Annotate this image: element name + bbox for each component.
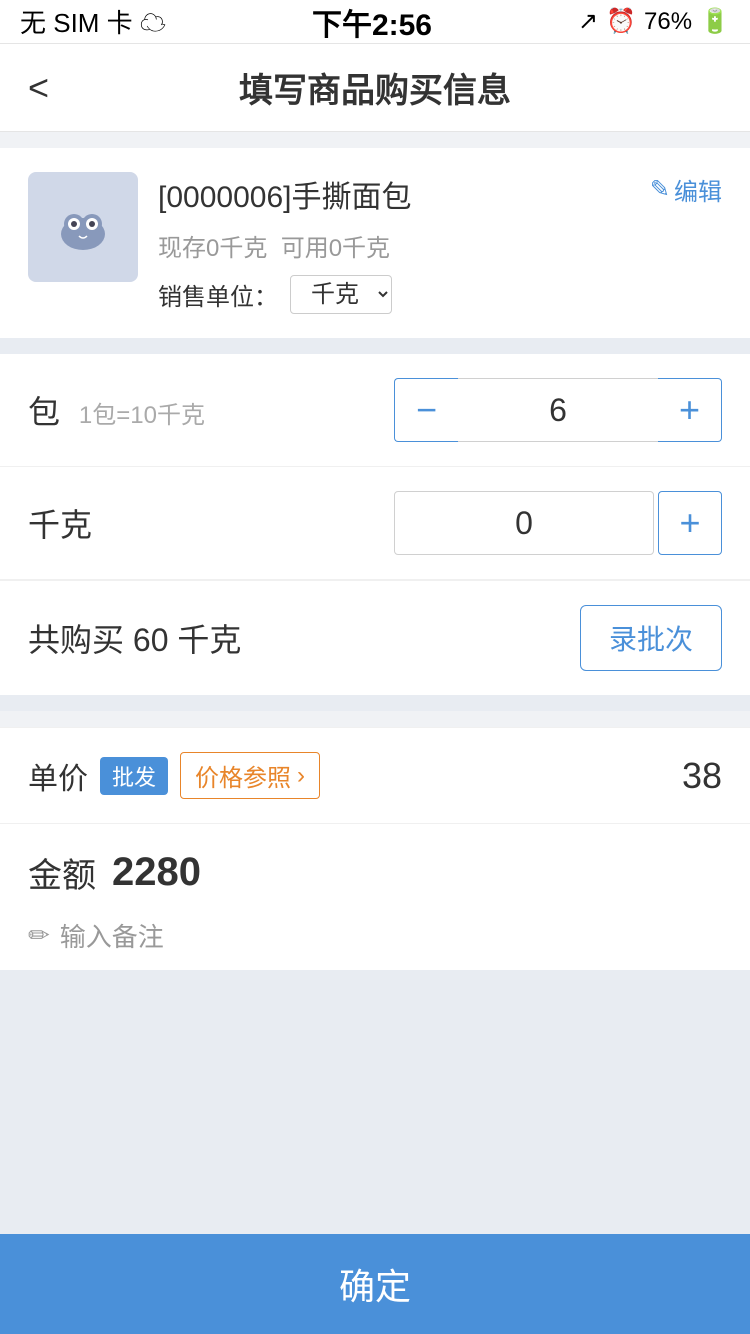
status-time: 下午2:56: [312, 0, 432, 44]
quantity-increase-kg[interactable]: +: [658, 491, 722, 555]
chevron-right-icon: ›: [297, 762, 305, 790]
quantity-row-bao: 包 1包=10千克 − +: [0, 354, 750, 467]
product-name: [0000006]手撕面包: [158, 172, 411, 216]
remark-label: 输入备注: [60, 917, 164, 954]
total-row: 共购买 60 千克 录批次: [0, 580, 750, 695]
price-label: 单价: [28, 754, 88, 798]
edit-button[interactable]: ✎ 编辑: [650, 172, 722, 207]
status-bar: 无 SIM 卡 ☁ 下午2:56 ↗ ⏰ 76% 🔋: [0, 0, 750, 44]
quantity-increase-bao[interactable]: +: [658, 378, 722, 442]
batch-button[interactable]: 录批次: [580, 605, 722, 671]
price-ref-button[interactable]: 价格参照 ›: [180, 752, 320, 799]
battery-level: 76%: [644, 8, 692, 36]
product-thumbnail: [28, 172, 138, 282]
quantity-input-kg[interactable]: [394, 491, 654, 555]
section-divider-1: [0, 338, 750, 354]
product-card: [0000006]手撕面包 ✎ 编辑 现存0千克 可用0千克 销售单位： 千克: [0, 148, 750, 338]
quantity-label-kg: 千克: [28, 500, 394, 546]
price-section: 单价 批发 价格参照 › 38: [0, 727, 750, 824]
product-stock: 现存0千克 可用0千克: [158, 228, 722, 263]
amount-label: 金额: [28, 848, 96, 897]
price-tag: 批发: [100, 757, 168, 795]
input-section: 包 1包=10千克 − + 千克 +: [0, 354, 750, 580]
amount-row: 金额 2280: [28, 848, 722, 897]
quantity-row-kg: 千克 +: [0, 467, 750, 580]
amount-section: 金额 2280 ✏ 输入备注: [0, 824, 750, 970]
quantity-control-kg: +: [394, 491, 722, 555]
product-unit-row: 销售单位： 千克: [158, 275, 722, 314]
confirm-button[interactable]: 确定: [0, 1234, 750, 1334]
nav-bar: < 填写商品购买信息: [0, 44, 750, 132]
quantity-control-bao: − +: [394, 378, 722, 442]
remark-row[interactable]: ✏ 输入备注: [28, 917, 722, 954]
total-label: 共购买 60 千克: [28, 615, 241, 661]
spacer: [0, 970, 750, 1234]
page-title: 填写商品购买信息: [239, 63, 511, 112]
status-carrier: 无 SIM 卡 ☁: [20, 3, 166, 40]
back-button[interactable]: <: [28, 67, 88, 109]
quantity-decrease-bao[interactable]: −: [394, 378, 458, 442]
status-right: ↗ ⏰ 76% 🔋: [578, 7, 730, 36]
quantity-label-bao: 包 1包=10千克: [28, 387, 394, 433]
pencil-icon: ✏: [28, 920, 50, 951]
edit-icon: ✎: [650, 175, 670, 204]
price-value: 38: [682, 755, 722, 797]
alarm-icon: ⏰: [606, 7, 636, 36]
amount-value: 2280: [112, 850, 201, 895]
unit-select[interactable]: 千克: [290, 275, 392, 314]
location-icon: ↗: [578, 7, 598, 36]
quantity-sub-label-bao: 1包=10千克: [79, 402, 205, 429]
product-info: [0000006]手撕面包 ✎ 编辑 现存0千克 可用0千克 销售单位： 千克: [158, 172, 722, 314]
quantity-input-bao[interactable]: [458, 378, 658, 442]
battery-icon: 🔋: [700, 7, 730, 36]
price-left: 单价 批发 价格参照 ›: [28, 752, 320, 799]
section-divider-2: [0, 695, 750, 711]
